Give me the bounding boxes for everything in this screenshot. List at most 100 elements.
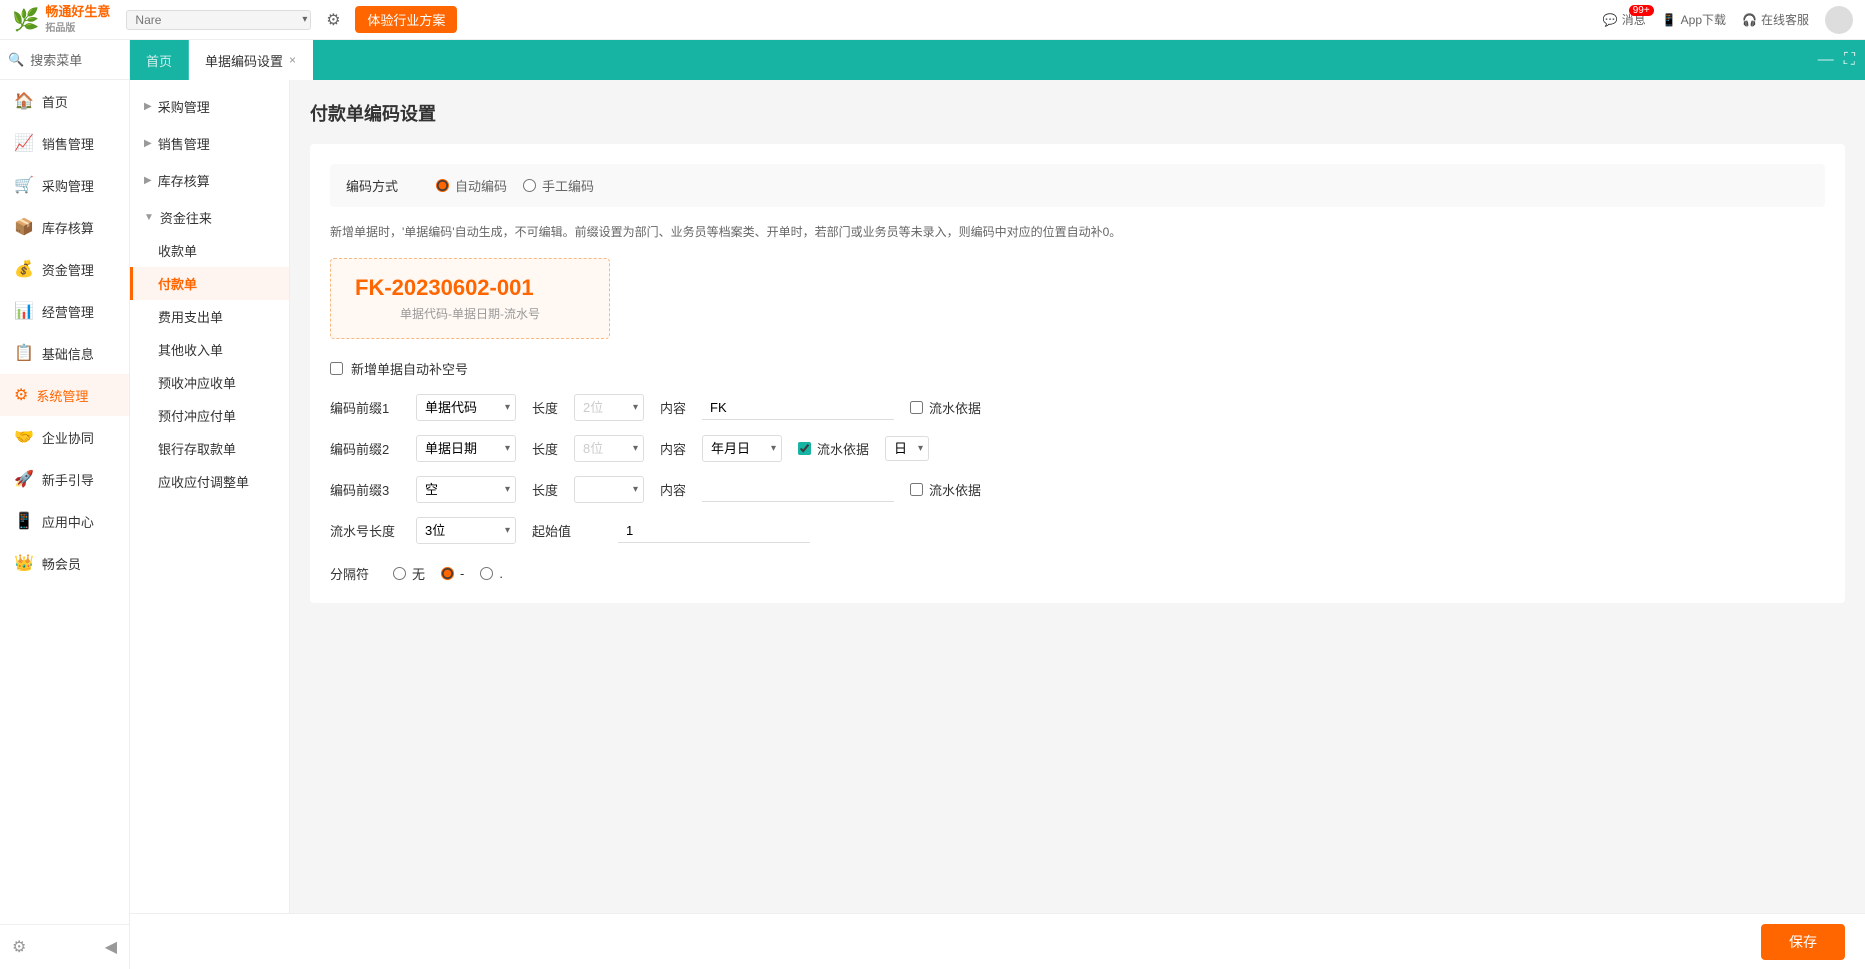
home-icon: 🏠 bbox=[14, 91, 34, 111]
nav-item-payment[interactable]: 付款单 bbox=[130, 267, 289, 300]
app-download-link[interactable]: 📱 App下载 bbox=[1662, 11, 1726, 28]
serial-length-label: 流水号长度 bbox=[330, 521, 400, 540]
sep-none-radio[interactable] bbox=[393, 567, 406, 580]
prefix-3-select-wrap[interactable]: 空 bbox=[416, 476, 516, 503]
content-2-select[interactable]: 年月日 bbox=[702, 435, 782, 462]
company-selector[interactable] bbox=[126, 10, 311, 30]
day-select[interactable]: 日 月 年 bbox=[885, 436, 929, 461]
auto-fill-checkbox[interactable] bbox=[330, 362, 343, 375]
nav-item-pre-payable[interactable]: 预付冲应付单 bbox=[130, 399, 289, 432]
message-icon: 💬 bbox=[1603, 13, 1618, 27]
sidebar-item-inventory[interactable]: 📦 库存核算 bbox=[0, 206, 129, 248]
search-menu-button[interactable]: 🔍 搜索菜单 bbox=[8, 50, 121, 69]
stream-3-check[interactable] bbox=[910, 483, 923, 496]
stream-1-checkbox[interactable]: 流水依据 bbox=[910, 398, 981, 417]
stream-2-checkbox[interactable]: 流水依据 bbox=[798, 439, 869, 458]
sidebar-item-guide[interactable]: 🚀 新手引导 bbox=[0, 458, 129, 500]
manual-encoding-radio[interactable] bbox=[523, 179, 536, 192]
sidebar-item-home-label: 首页 bbox=[42, 92, 68, 111]
trial-button[interactable]: 体验行业方案 bbox=[355, 6, 457, 33]
prefix-2-select-wrap[interactable]: 单据日期 bbox=[416, 435, 516, 462]
length-3-label: 长度 bbox=[532, 480, 558, 499]
sep-none-option[interactable]: 无 bbox=[393, 564, 425, 583]
sidebar-item-finance[interactable]: 💰 资金管理 bbox=[0, 248, 129, 290]
online-service-link[interactable]: 🎧 在线客服 bbox=[1742, 11, 1809, 28]
sidebar-item-home[interactable]: 🏠 首页 bbox=[0, 80, 129, 122]
stream-2-check[interactable] bbox=[798, 442, 811, 455]
arrow-right-icon-3: ▶ bbox=[144, 175, 152, 186]
settings-button[interactable]: ⚙ bbox=[319, 6, 347, 34]
prefix-2-label: 编码前缀2 bbox=[330, 439, 400, 458]
sidebar-item-operations[interactable]: 📊 经营管理 bbox=[0, 290, 129, 332]
sep-dash-option[interactable]: - bbox=[441, 566, 464, 581]
nav-group-capital-title[interactable]: ▼ 资金往来 bbox=[130, 201, 289, 234]
nav-group-purchase-title[interactable]: ▶ 采购管理 bbox=[130, 90, 289, 123]
top-bar-right: 💬 消息 99+ 📱 App下载 🎧 在线客服 bbox=[1603, 6, 1853, 34]
stream-1-check[interactable] bbox=[910, 401, 923, 414]
nav-item-adjustment[interactable]: 应收应付调整单 bbox=[130, 465, 289, 498]
arrow-right-icon-2: ▶ bbox=[144, 138, 152, 149]
day-select-wrap[interactable]: 日 月 年 bbox=[885, 436, 929, 461]
nav-group-inventory-title[interactable]: ▶ 库存核算 bbox=[130, 164, 289, 197]
prefix-2-select[interactable]: 单据日期 bbox=[416, 435, 516, 462]
nav-group-purchase: ▶ 采购管理 bbox=[130, 90, 289, 123]
tab-maximize-button[interactable]: ⛶ bbox=[1844, 51, 1855, 69]
nav-group-sales-title[interactable]: ▶ 销售管理 bbox=[130, 127, 289, 160]
length-3-select-wrap[interactable] bbox=[574, 476, 644, 503]
length-1-select[interactable]: 2位 bbox=[574, 394, 644, 421]
sidebar-item-apps[interactable]: 📱 应用中心 bbox=[0, 500, 129, 542]
nav-item-expense[interactable]: 费用支出单 bbox=[130, 300, 289, 333]
nav-item-other-income[interactable]: 其他收入单 bbox=[130, 333, 289, 366]
nav-item-bank[interactable]: 银行存取款单 bbox=[130, 432, 289, 465]
inventory-icon: 📦 bbox=[14, 217, 34, 237]
user-avatar[interactable] bbox=[1825, 6, 1853, 34]
tab-close-icon[interactable]: × bbox=[289, 53, 296, 67]
length-3-select[interactable] bbox=[574, 476, 644, 503]
length-1-select-wrap[interactable]: 2位 bbox=[574, 394, 644, 421]
sidebar-item-member[interactable]: 👑 畅会员 bbox=[0, 542, 129, 584]
auto-encoding-radio[interactable] bbox=[436, 179, 449, 192]
content-2-select-wrap[interactable]: 年月日 bbox=[702, 435, 782, 462]
sidebar-collapse-button[interactable]: ◀ bbox=[105, 937, 117, 957]
left-nav: ▶ 采购管理 ▶ 销售管理 ▶ 库存核算 bbox=[130, 80, 290, 913]
content-1-input[interactable] bbox=[702, 396, 894, 420]
prefix-3-label: 编码前缀3 bbox=[330, 480, 400, 499]
content-3-input[interactable] bbox=[702, 478, 894, 502]
tab-minimize-button[interactable]: — bbox=[1818, 51, 1834, 69]
prefix-row-2: 编码前缀2 单据日期 长度 8位 内容 bbox=[330, 435, 1825, 462]
sep-dot-option[interactable]: . bbox=[480, 566, 503, 581]
serial-length-select-wrap[interactable]: 3位 4位 5位 bbox=[416, 517, 516, 544]
sidebar-search-area: 🔍 搜索菜单 bbox=[0, 40, 129, 80]
prefix-3-select[interactable]: 空 bbox=[416, 476, 516, 503]
tab-encoding-settings[interactable]: 单据编码设置 × bbox=[189, 40, 313, 80]
length-2-select-wrap[interactable]: 8位 bbox=[574, 435, 644, 462]
main-panel: 付款单编码设置 编码方式 自动编码 手工编码 bbox=[290, 80, 1865, 913]
sidebar-item-basic[interactable]: 📋 基础信息 bbox=[0, 332, 129, 374]
sidebar-item-system[interactable]: ⚙ 系统管理 bbox=[0, 374, 129, 416]
stream-3-checkbox[interactable]: 流水依据 bbox=[910, 480, 981, 499]
start-value-input[interactable] bbox=[618, 519, 810, 543]
manual-encoding-option[interactable]: 手工编码 bbox=[523, 176, 594, 195]
auto-fill-row: 新增单据自动补空号 bbox=[330, 359, 1825, 378]
nav-item-pre-receivable[interactable]: 预收冲应收单 bbox=[130, 366, 289, 399]
tab-home[interactable]: 首页 bbox=[130, 40, 189, 80]
company-input[interactable] bbox=[126, 10, 311, 30]
sidebar-settings-button[interactable]: ⚙ bbox=[12, 937, 26, 957]
prefix-1-select-wrap[interactable]: 单据代码 bbox=[416, 394, 516, 421]
system-icon: ⚙ bbox=[14, 385, 28, 405]
guide-icon: 🚀 bbox=[14, 469, 34, 489]
sidebar-item-sales[interactable]: 📈 销售管理 bbox=[0, 122, 129, 164]
length-2-select[interactable]: 8位 bbox=[574, 435, 644, 462]
sidebar-item-enterprise[interactable]: 🤝 企业协同 bbox=[0, 416, 129, 458]
sep-dot-radio[interactable] bbox=[480, 567, 493, 580]
auto-encoding-option[interactable]: 自动编码 bbox=[436, 176, 507, 195]
sep-dash-radio[interactable] bbox=[441, 567, 454, 580]
prefix-1-select[interactable]: 单据代码 bbox=[416, 394, 516, 421]
sidebar-item-purchase[interactable]: 🛒 采购管理 bbox=[0, 164, 129, 206]
length-2-label: 长度 bbox=[532, 439, 558, 458]
nav-item-receipt[interactable]: 收款单 bbox=[130, 234, 289, 267]
save-button[interactable]: 保存 bbox=[1761, 924, 1845, 960]
serial-length-select[interactable]: 3位 4位 5位 bbox=[416, 517, 516, 544]
message-button[interactable]: 💬 消息 99+ bbox=[1603, 11, 1646, 28]
member-icon: 👑 bbox=[14, 553, 34, 573]
